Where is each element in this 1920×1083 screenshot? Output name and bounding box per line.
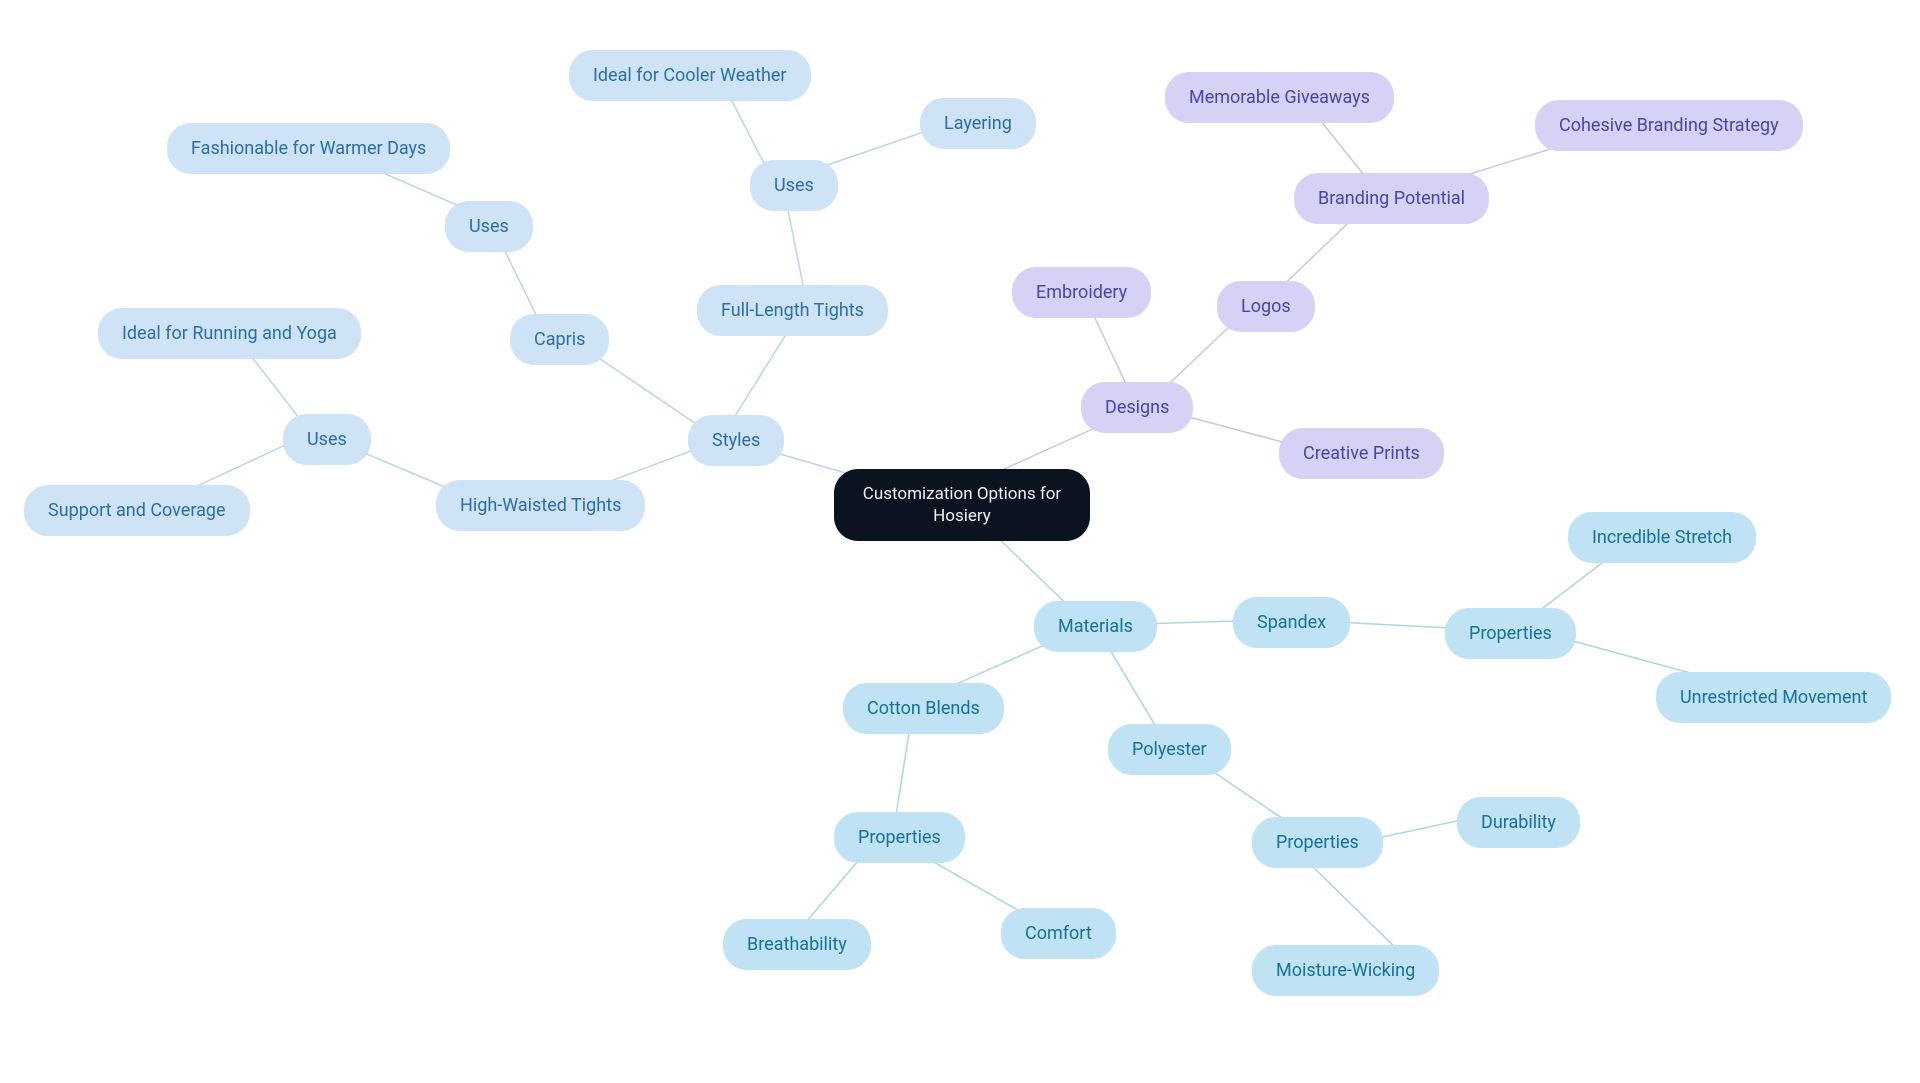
node-capris-uses[interactable]: Uses <box>445 201 533 252</box>
node-logos[interactable]: Logos <box>1217 281 1315 332</box>
node-running-yoga[interactable]: Ideal for Running and Yoga <box>98 308 361 359</box>
node-layering[interactable]: Layering <box>920 98 1036 149</box>
root-node[interactable]: Customization Options for Hosiery <box>834 469 1090 541</box>
node-materials[interactable]: Materials <box>1034 601 1157 652</box>
node-unrestricted-movement[interactable]: Unrestricted Movement <box>1656 672 1891 723</box>
node-spandex-properties[interactable]: Properties <box>1445 608 1576 659</box>
node-styles[interactable]: Styles <box>688 415 784 466</box>
node-comfort[interactable]: Comfort <box>1001 908 1116 959</box>
node-spandex[interactable]: Spandex <box>1233 597 1350 648</box>
node-polyester-properties[interactable]: Properties <box>1252 817 1383 868</box>
node-durability[interactable]: Durability <box>1457 797 1580 848</box>
node-breathability[interactable]: Breathability <box>723 919 871 970</box>
node-capris[interactable]: Capris <box>510 314 609 365</box>
node-support-coverage[interactable]: Support and Coverage <box>24 485 250 536</box>
node-cooler-weather[interactable]: Ideal for Cooler Weather <box>569 50 811 101</box>
node-designs[interactable]: Designs <box>1081 382 1193 433</box>
node-full-length-uses[interactable]: Uses <box>750 160 838 211</box>
node-embroidery[interactable]: Embroidery <box>1012 267 1151 318</box>
node-high-waisted[interactable]: High-Waisted Tights <box>436 480 645 531</box>
node-cotton-blends[interactable]: Cotton Blends <box>843 683 1004 734</box>
node-warmer-days[interactable]: Fashionable for Warmer Days <box>167 123 450 174</box>
node-moisture-wicking[interactable]: Moisture-Wicking <box>1252 945 1439 996</box>
node-high-waisted-uses[interactable]: Uses <box>283 414 371 465</box>
node-branding-potential[interactable]: Branding Potential <box>1294 173 1489 224</box>
node-creative-prints[interactable]: Creative Prints <box>1279 428 1444 479</box>
node-incredible-stretch[interactable]: Incredible Stretch <box>1568 512 1756 563</box>
node-giveaways[interactable]: Memorable Giveaways <box>1165 72 1394 123</box>
node-cotton-properties[interactable]: Properties <box>834 812 965 863</box>
node-polyester[interactable]: Polyester <box>1108 724 1231 775</box>
node-full-length[interactable]: Full-Length Tights <box>697 285 888 336</box>
node-cohesive-branding[interactable]: Cohesive Branding Strategy <box>1535 100 1803 151</box>
